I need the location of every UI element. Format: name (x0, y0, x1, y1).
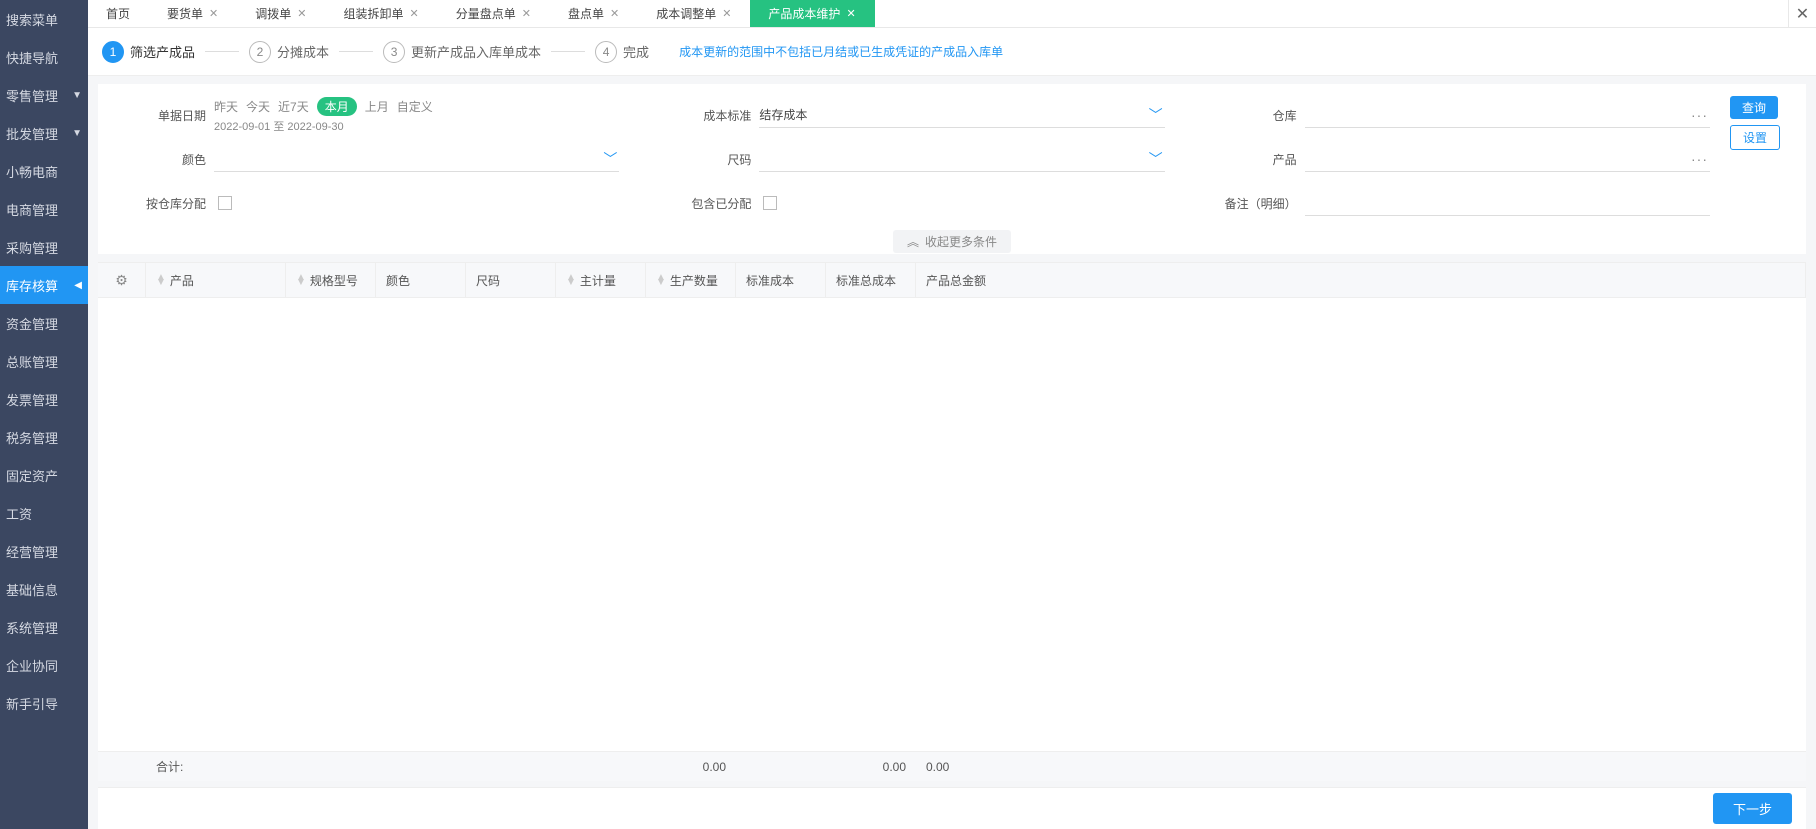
chevron-up-icon: ︽ (907, 233, 919, 250)
next-step-button[interactable]: 下一步 (1713, 793, 1792, 824)
steps-bar: 1筛选产成品 2分摊成本 3更新产成品入库单成本 4完成 成本更新的范围中不包括已月结… (88, 28, 1816, 76)
sidebar-item-12[interactable]: 固定资产 (0, 456, 88, 494)
filter-include-allocated: 包含已分配 (659, 184, 1164, 222)
table-footer: 合计: 0.00 0.00 0.00 (98, 751, 1806, 781)
chevron-down-icon: ﹀ (603, 149, 619, 169)
sidebar-item-0[interactable]: 搜索菜单 (0, 0, 88, 38)
date-quick-近7天[interactable]: 近7天 (278, 98, 309, 115)
tab-7[interactable]: 产品成本维护✕ (750, 0, 874, 27)
tabs-bar: 首页要货单✕调拨单✕组装拆卸单✕分量盘点单✕盘点单✕成本调整单✕产品成本维护✕✕ (88, 0, 1816, 28)
tab-1[interactable]: 要货单✕ (149, 0, 237, 27)
table-header: ⚙ ▲▼产品 ▲▼规格型号 颜色 尺码 ▲▼主计量 ▲▼生产数量 标准成本 标准… (98, 262, 1806, 298)
sidebar-item-14[interactable]: 经营管理 (0, 532, 88, 570)
collapse-filters-button[interactable]: ︽ 收起更多条件 (893, 230, 1011, 253)
step-1[interactable]: 1筛选产成品 (102, 41, 195, 63)
close-icon[interactable]: ✕ (522, 7, 531, 20)
sidebar-item-8[interactable]: 资金管理 (0, 304, 88, 342)
sidebar-item-1[interactable]: 快捷导航 (0, 38, 88, 76)
sidebar-item-17[interactable]: 企业协同 (0, 646, 88, 684)
filter-warehouse[interactable]: 仓库 ··· (1205, 96, 1710, 134)
results-table: ⚙ ▲▼产品 ▲▼规格型号 颜色 尺码 ▲▼主计量 ▲▼生产数量 标准成本 标准… (98, 262, 1806, 781)
filter-date: 单据日期 昨天今天近7天本月上月自定义 2022-09-01 至 2022-09… (114, 96, 619, 134)
by-warehouse-checkbox[interactable] (218, 196, 232, 210)
close-icon[interactable]: ✕ (610, 7, 619, 20)
tab-0[interactable]: 首页 (88, 0, 149, 27)
sidebar-item-16[interactable]: 系统管理 (0, 608, 88, 646)
sidebar-item-5[interactable]: 电商管理 (0, 190, 88, 228)
sidebar-item-18[interactable]: 新手引导 (0, 684, 88, 722)
more-icon: ··· (1691, 151, 1710, 167)
caret-left-icon: ◀ (74, 280, 82, 291)
tab-6[interactable]: 成本调整单✕ (638, 0, 750, 27)
date-quick-昨天[interactable]: 昨天 (214, 98, 238, 115)
include-allocated-checkbox[interactable] (763, 196, 777, 210)
filter-remark[interactable]: 备注（明细） (1205, 184, 1710, 222)
tab-3[interactable]: 组装拆卸单✕ (325, 0, 437, 27)
sidebar-item-3[interactable]: 批发管理▼ (0, 114, 88, 152)
sidebar-item-4[interactable]: 小畅电商 (0, 152, 88, 190)
tabs-close-all-icon[interactable]: ✕ (1788, 0, 1816, 28)
date-quick-本月[interactable]: 本月 (317, 97, 357, 116)
settings-button[interactable]: 设置 (1730, 125, 1780, 150)
date-quick-今天[interactable]: 今天 (246, 98, 270, 115)
close-icon[interactable]: ✕ (209, 7, 218, 20)
tab-4[interactable]: 分量盘点单✕ (438, 0, 550, 27)
tab-5[interactable]: 盘点单✕ (550, 0, 638, 27)
sidebar-item-9[interactable]: 总账管理 (0, 342, 88, 380)
sidebar-item-11[interactable]: 税务管理 (0, 418, 88, 456)
main: 首页要货单✕调拨单✕组装拆卸单✕分量盘点单✕盘点单✕成本调整单✕产品成本维护✕✕… (88, 0, 1816, 829)
caret-down-icon: ▼ (72, 90, 82, 101)
gear-icon[interactable]: ⚙ (98, 263, 146, 297)
chevron-down-icon: ﹀ (1149, 105, 1165, 125)
sidebar-item-13[interactable]: 工资 (0, 494, 88, 532)
filter-color[interactable]: 颜色 ﹀ (114, 140, 619, 178)
more-icon: ··· (1691, 107, 1710, 123)
sidebar-item-10[interactable]: 发票管理 (0, 380, 88, 418)
date-range: 2022-09-01 至 2022-09-30 (214, 118, 619, 134)
steps-hint: 成本更新的范围中不包括已月结或已生成凭证的产成品入库单 (679, 43, 1003, 60)
sidebar: 搜索菜单快捷导航零售管理▼批发管理▼小畅电商电商管理采购管理库存核算◀资金管理总… (0, 0, 88, 829)
sidebar-item-15[interactable]: 基础信息 (0, 570, 88, 608)
filter-by-warehouse: 按仓库分配 (114, 184, 619, 222)
query-button[interactable]: 查询 (1730, 96, 1778, 119)
tab-2[interactable]: 调拨单✕ (237, 0, 325, 27)
close-icon[interactable]: ✕ (297, 7, 306, 20)
step-4[interactable]: 4完成 (595, 41, 649, 63)
close-icon[interactable]: ✕ (410, 7, 419, 20)
step-2[interactable]: 2分摊成本 (249, 41, 329, 63)
step-3[interactable]: 3更新产成品入库单成本 (383, 41, 541, 63)
caret-down-icon: ▼ (72, 128, 82, 139)
page-footer: 下一步 (98, 787, 1806, 829)
close-icon[interactable]: ✕ (722, 7, 731, 20)
filter-product[interactable]: 产品 ··· (1205, 140, 1710, 178)
sidebar-item-7[interactable]: 库存核算◀ (0, 266, 88, 304)
sidebar-item-6[interactable]: 采购管理 (0, 228, 88, 266)
table-body (98, 298, 1806, 751)
filter-panel: 单据日期 昨天今天近7天本月上月自定义 2022-09-01 至 2022-09… (98, 84, 1806, 254)
date-quick-上月[interactable]: 上月 (365, 98, 389, 115)
filter-cost-standard[interactable]: 成本标准 结存成本﹀ (659, 96, 1164, 134)
filter-size[interactable]: 尺码 ﹀ (659, 140, 1164, 178)
close-icon[interactable]: ✕ (846, 7, 855, 20)
chevron-down-icon: ﹀ (1149, 149, 1165, 169)
date-quick-自定义[interactable]: 自定义 (397, 98, 433, 115)
sidebar-item-2[interactable]: 零售管理▼ (0, 76, 88, 114)
